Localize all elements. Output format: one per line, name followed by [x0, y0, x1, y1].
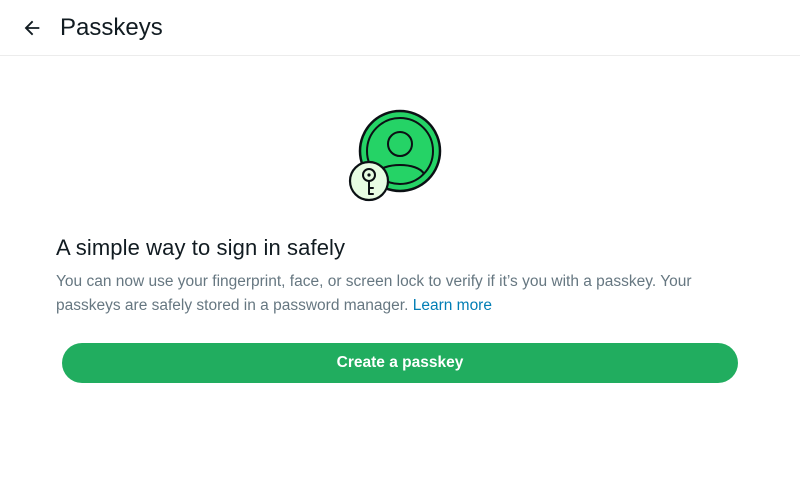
top-app-bar: Passkeys [0, 0, 800, 56]
passkey-illustration [348, 106, 448, 206]
learn-more-link[interactable]: Learn more [413, 297, 492, 314]
back-button[interactable] [14, 10, 50, 46]
description-body: You can now use your fingerprint, face, … [56, 273, 692, 314]
passkey-avatar-key-icon [348, 109, 442, 202]
page-title: Passkeys [60, 14, 163, 41]
create-passkey-button[interactable]: Create a passkey [62, 343, 738, 383]
arrow-left-icon [24, 20, 40, 36]
description-text: You can now use your fingerprint, face, … [56, 270, 746, 318]
passkeys-screen: Passkeys A simple way to sign in safely … [0, 0, 800, 493]
headline: A simple way to sign in safely [56, 235, 346, 260]
